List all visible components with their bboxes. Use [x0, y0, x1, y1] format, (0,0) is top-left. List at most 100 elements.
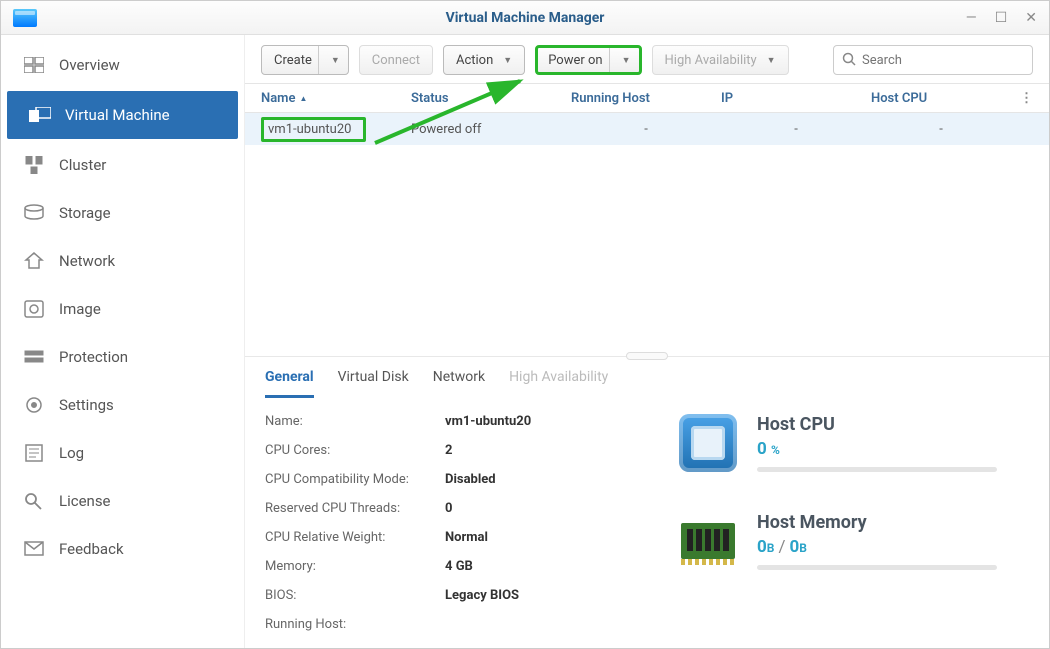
sidebar-label: Network — [59, 252, 115, 270]
detail-properties: Name:vm1-ubuntu20 CPU Cores:2 CPU Compat… — [265, 414, 655, 636]
search-icon — [842, 51, 856, 70]
tab-high-availability[interactable]: High Availability — [509, 369, 608, 398]
sort-asc-icon: ▲ — [299, 94, 307, 103]
action-label: Action — [456, 53, 493, 68]
settings-icon — [23, 396, 45, 414]
app-icon — [13, 9, 37, 27]
chevron-down-icon: ▼ — [503, 55, 512, 66]
host-cpu-bar — [757, 467, 997, 472]
sidebar-label: Virtual Machine — [65, 106, 170, 124]
th-status[interactable]: Status — [411, 91, 571, 106]
toolbar: Create ▼ Connect Action ▼ Power on ▼ Hig… — [245, 35, 1049, 83]
th-running-host[interactable]: Running Host — [571, 91, 721, 106]
sidebar-label: Feedback — [59, 540, 124, 558]
cpu-icon — [679, 414, 737, 472]
k-weight: CPU Relative Weight: — [265, 530, 445, 545]
connect-button[interactable]: Connect — [359, 45, 433, 75]
overview-icon — [23, 56, 45, 74]
sidebar-label: License — [59, 492, 111, 510]
th-ip[interactable]: IP — [721, 91, 871, 106]
search-box[interactable] — [833, 45, 1033, 75]
v-compat: Disabled — [445, 472, 496, 487]
image-icon — [23, 300, 45, 318]
titlebar: Virtual Machine Manager — ☐ ✕ — [1, 1, 1049, 35]
detail-stats: Host CPU 0 % Host Memory 0B/0B — [679, 414, 1029, 636]
sidebar-label: Protection — [59, 348, 128, 366]
k-rhost: Running Host: — [265, 617, 445, 632]
create-label: Create — [274, 53, 312, 68]
content: Create ▼ Connect Action ▼ Power on ▼ Hig… — [245, 35, 1049, 648]
memory-icon — [679, 512, 737, 570]
sidebar-label: Overview — [59, 56, 120, 74]
log-icon — [23, 444, 45, 462]
maximize-button[interactable]: ☐ — [995, 10, 1008, 26]
th-host-cpu[interactable]: Host CPU — [871, 91, 1011, 106]
v-cores: 2 — [445, 443, 452, 458]
v-mem: 4 GB — [445, 559, 473, 574]
sidebar-item-log[interactable]: Log — [1, 429, 244, 477]
network-icon — [23, 252, 45, 270]
k-name: Name: — [265, 414, 445, 429]
create-button[interactable]: Create ▼ — [261, 45, 349, 75]
sidebar-item-virtual-machine[interactable]: Virtual Machine — [7, 91, 238, 139]
k-mem: Memory: — [265, 559, 445, 574]
action-button[interactable]: Action ▼ — [443, 45, 525, 75]
tab-network[interactable]: Network — [433, 369, 485, 398]
power-on-button[interactable]: Power on ▼ — [535, 45, 641, 75]
chevron-down-icon: ▼ — [331, 55, 340, 66]
sidebar-label: Settings — [59, 396, 114, 414]
detail-tabs: General Virtual Disk Network High Availa… — [245, 357, 1049, 398]
window-title: Virtual Machine Manager — [1, 10, 1049, 26]
cluster-icon — [23, 156, 45, 174]
vm-cpu-cell: - — [871, 122, 1011, 137]
host-cpu-title: Host CPU — [757, 414, 997, 435]
host-memory-title: Host Memory — [757, 512, 997, 533]
host-memory-bar — [757, 565, 997, 570]
sidebar-label: Storage — [59, 204, 111, 222]
table-row[interactable]: vm1-ubuntu20 Powered off - - - — [245, 113, 1049, 145]
k-rthreads: Reserved CPU Threads: — [265, 501, 445, 516]
v-weight: Normal — [445, 530, 488, 545]
high-availability-button[interactable]: High Availability ▼ — [652, 45, 789, 75]
column-menu-icon[interactable]: ⋮ — [1020, 91, 1033, 106]
tab-general[interactable]: General — [265, 369, 314, 398]
host-memory-value: 0B/0B — [757, 537, 997, 557]
sidebar-item-feedback[interactable]: Feedback — [1, 525, 244, 573]
v-name: vm1-ubuntu20 — [445, 414, 531, 429]
search-input[interactable] — [862, 53, 1024, 68]
sidebar-label: Log — [59, 444, 84, 462]
v-rthreads: 0 — [445, 501, 452, 516]
vm-icon — [29, 106, 51, 124]
sidebar-item-overview[interactable]: Overview — [1, 41, 244, 89]
vm-rhost-cell: - — [571, 122, 721, 137]
v-bios: Legacy BIOS — [445, 588, 519, 603]
protection-icon — [23, 348, 45, 366]
k-compat: CPU Compatibility Mode: — [265, 472, 445, 487]
sidebar-item-settings[interactable]: Settings — [1, 381, 244, 429]
tab-virtual-disk[interactable]: Virtual Disk — [338, 369, 409, 398]
resize-grip[interactable] — [626, 352, 668, 360]
k-bios: BIOS: — [265, 588, 445, 603]
chevron-down-icon: ▼ — [622, 55, 631, 66]
table-header: Name▲ Status Running Host IP Host CPU ⋮ — [245, 83, 1049, 113]
sidebar-item-protection[interactable]: Protection — [1, 333, 244, 381]
sidebar: Overview Virtual Machine Cluster Storage… — [1, 35, 245, 648]
ha-label: High Availability — [665, 53, 757, 68]
sidebar-label: Image — [59, 300, 101, 318]
th-name[interactable]: Name▲ — [261, 91, 411, 106]
detail-panel: General Virtual Disk Network High Availa… — [245, 356, 1049, 648]
sidebar-item-cluster[interactable]: Cluster — [1, 141, 244, 189]
storage-icon — [23, 204, 45, 222]
sidebar-item-storage[interactable]: Storage — [1, 189, 244, 237]
k-cores: CPU Cores: — [265, 443, 445, 458]
sidebar-item-license[interactable]: License — [1, 477, 244, 525]
host-cpu-value: 0 % — [757, 439, 997, 459]
close-button[interactable]: ✕ — [1025, 10, 1037, 26]
sidebar-item-image[interactable]: Image — [1, 285, 244, 333]
minimize-button[interactable]: — — [966, 10, 977, 26]
feedback-icon — [23, 540, 45, 558]
vm-status-cell: Powered off — [411, 122, 571, 137]
sidebar-label: Cluster — [59, 156, 106, 174]
sidebar-item-network[interactable]: Network — [1, 237, 244, 285]
vm-name-cell: vm1-ubuntu20 — [261, 117, 366, 142]
